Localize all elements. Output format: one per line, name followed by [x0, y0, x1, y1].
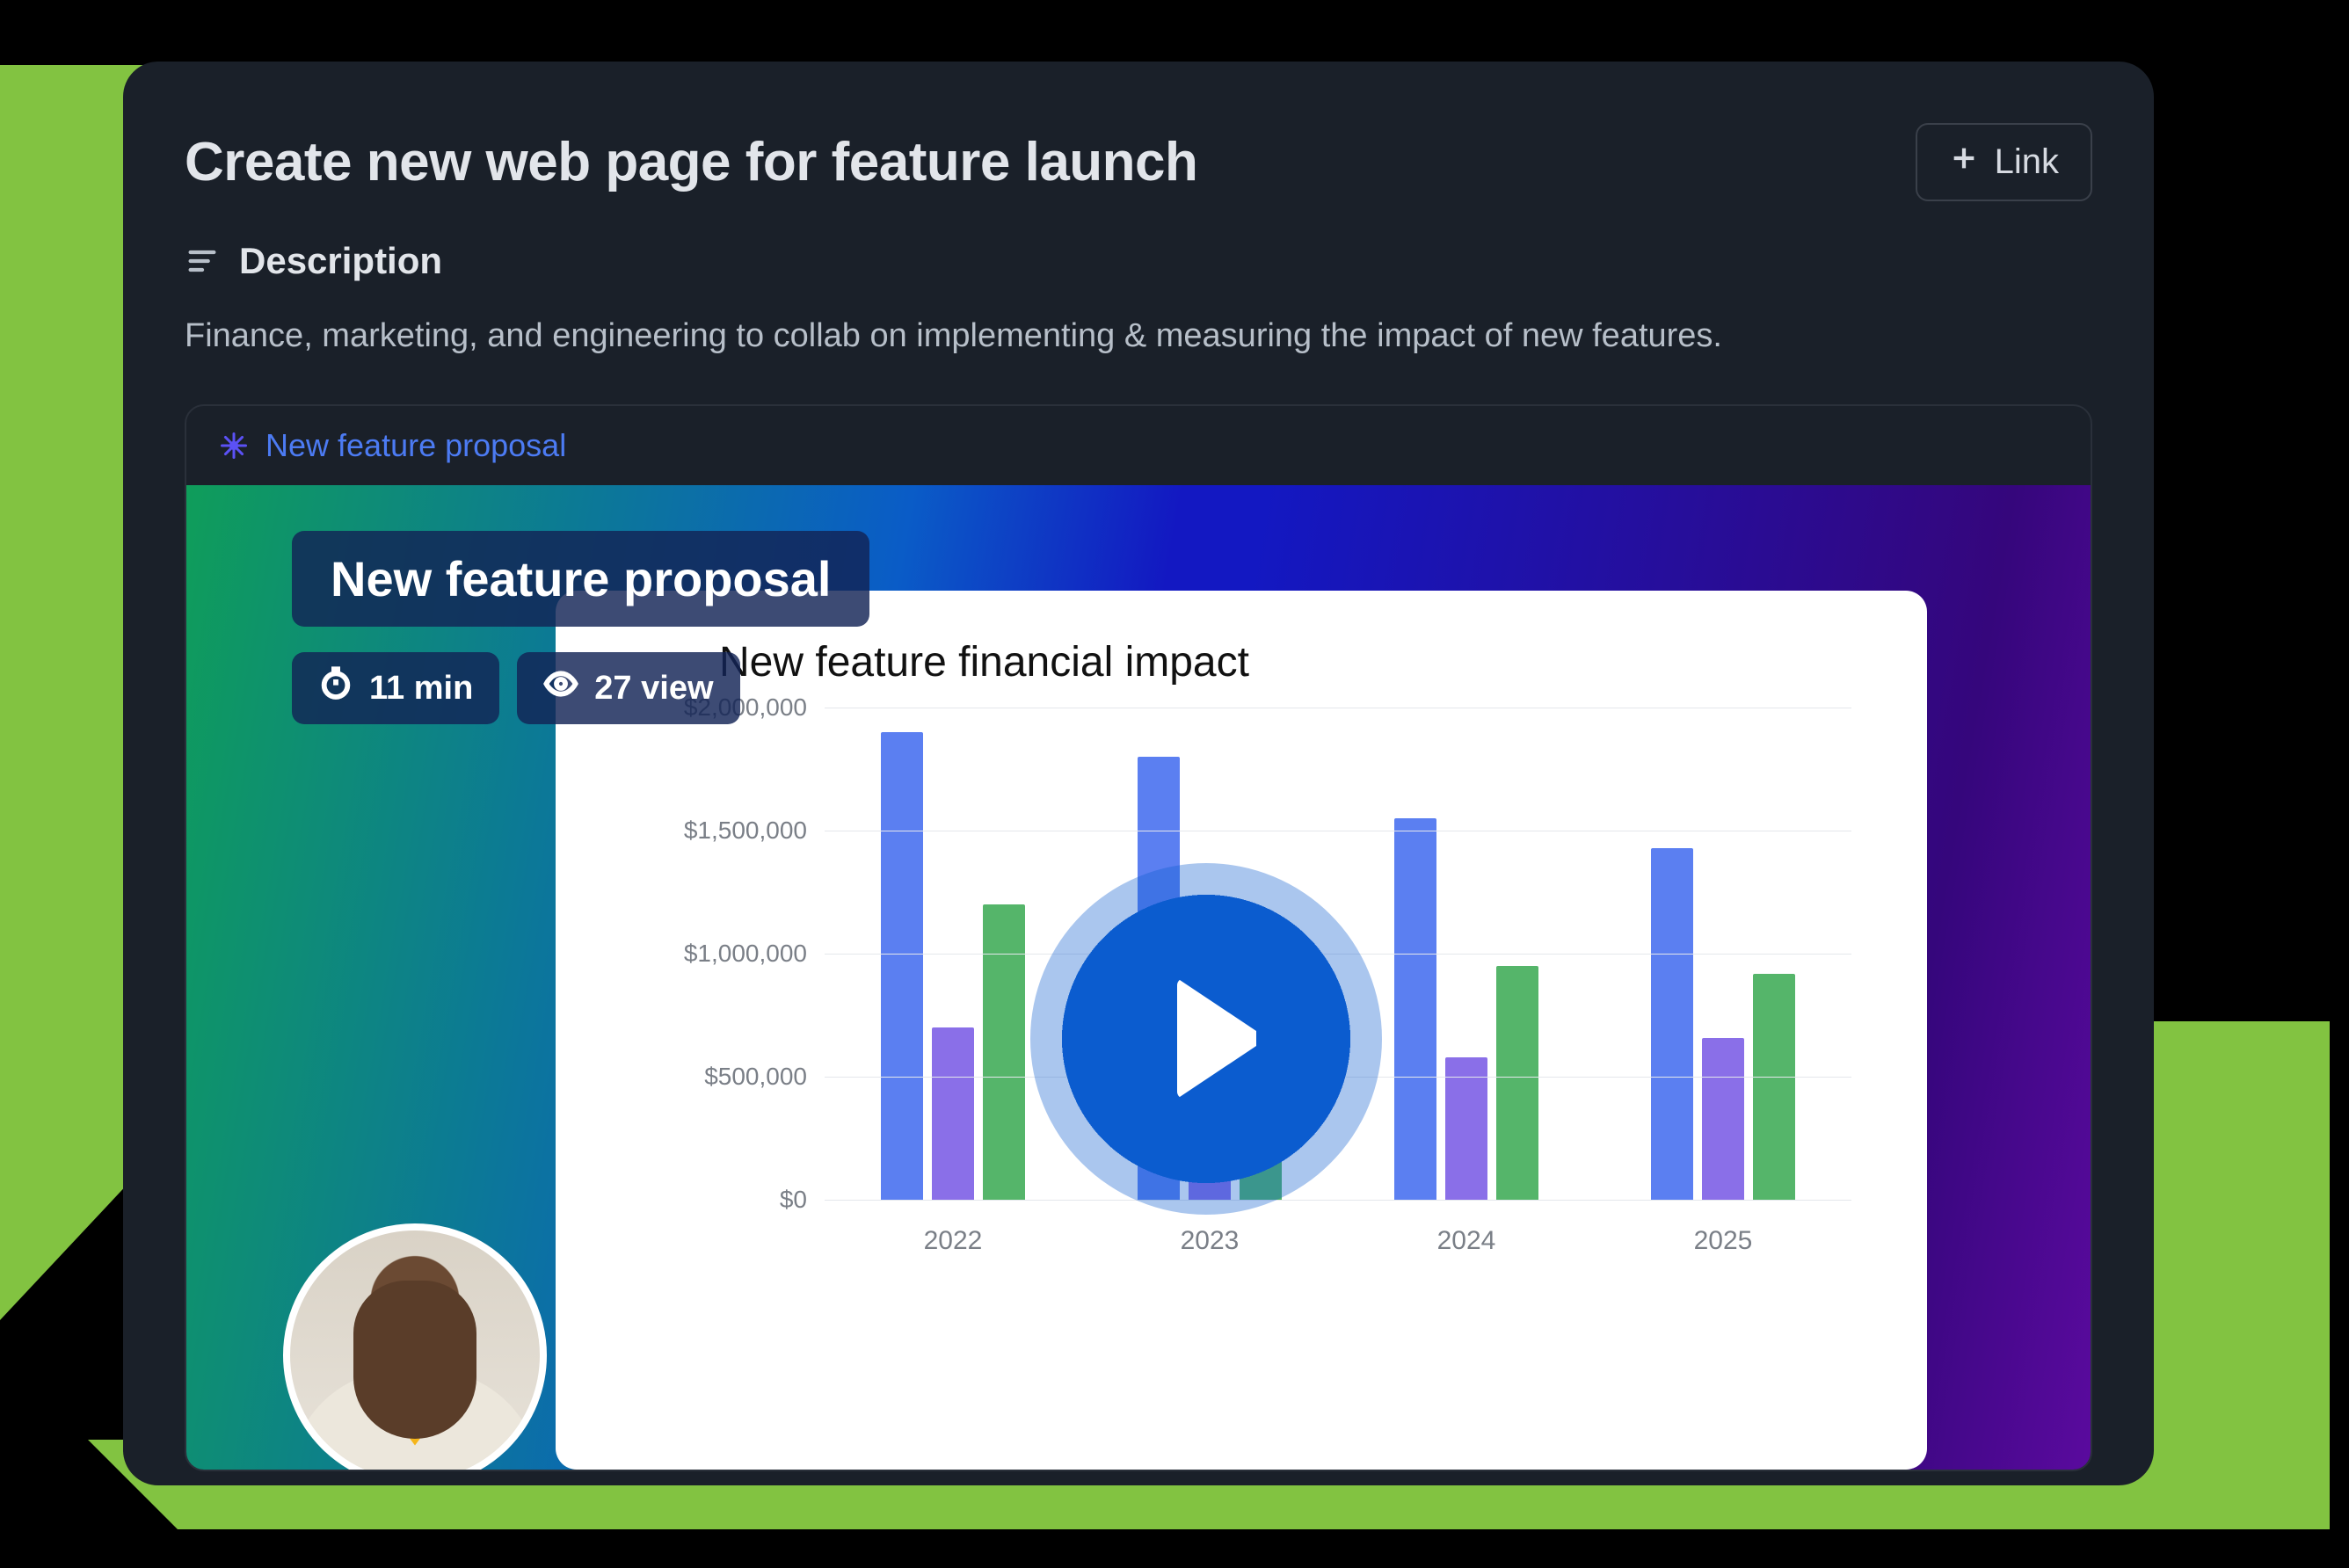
- description-heading-row: Description: [185, 240, 2092, 282]
- play-icon: [1156, 1031, 1256, 1047]
- stopwatch-icon: [318, 666, 353, 710]
- video-title-text: New feature proposal: [331, 550, 831, 607]
- video-meta-row: 11 min 27 view: [292, 652, 740, 724]
- y-tick-label: $500,000: [704, 1063, 807, 1091]
- chart-gridline: [825, 1200, 1851, 1201]
- chart-bar: [881, 732, 923, 1200]
- link-button-label: Link: [1995, 142, 2059, 182]
- description-icon: [185, 243, 220, 279]
- chart-bar: [1702, 1038, 1744, 1201]
- y-tick-label: $1,000,000: [684, 940, 807, 968]
- embed-card: New feature proposal New feature financi…: [185, 404, 2092, 1471]
- header-row: Create new web page for feature launch L…: [185, 123, 2092, 201]
- embed-header[interactable]: New feature proposal: [186, 406, 2091, 485]
- y-tick-label: $0: [780, 1186, 807, 1214]
- views-text: 27 view: [594, 670, 713, 708]
- play-button[interactable]: [1030, 863, 1382, 1215]
- chart-bar: [1496, 966, 1538, 1200]
- chart-bar: [1651, 848, 1693, 1200]
- chart-y-axis: $0$500,000$1,000,000$1,500,000$2,000,000: [631, 708, 807, 1200]
- video-title-overlay: New feature proposal: [292, 531, 869, 627]
- eye-icon: [543, 666, 578, 710]
- video-duration-pill: 11 min: [292, 652, 499, 724]
- video-thumbnail[interactable]: New feature financial impact $0 $500,000 $…: [186, 485, 2091, 1470]
- embed-link-text: New feature proposal: [265, 427, 566, 464]
- task-card: Create new web page for feature launch L…: [123, 62, 2154, 1485]
- chart-bar: [932, 1027, 974, 1200]
- x-tick-label: 2024: [1338, 1209, 1595, 1270]
- description-body: Finance, marketing, and engineering to c…: [185, 314, 2092, 359]
- presenter-avatar: [283, 1223, 547, 1470]
- chart-bar: [1753, 974, 1795, 1201]
- chart-x-axis: 2022202320242025: [825, 1209, 1851, 1270]
- chart-bar: [1394, 818, 1436, 1200]
- description-label: Description: [239, 240, 442, 282]
- y-tick-label: $1,500,000: [684, 817, 807, 845]
- plus-icon: [1949, 142, 1979, 182]
- x-tick-label: 2022: [825, 1209, 1081, 1270]
- chart-title: New feature financial impact: [719, 638, 1887, 686]
- loom-icon: [218, 430, 250, 461]
- x-tick-label: 2025: [1595, 1209, 1851, 1270]
- page-title: Create new web page for feature launch: [185, 131, 1197, 193]
- add-link-button[interactable]: Link: [1916, 123, 2092, 201]
- chart-bar: [983, 904, 1025, 1200]
- video-views-pill: 27 view: [517, 652, 739, 724]
- x-tick-label: 2023: [1081, 1209, 1338, 1270]
- chart-bar: [1445, 1057, 1487, 1200]
- duration-text: 11 min: [369, 670, 473, 708]
